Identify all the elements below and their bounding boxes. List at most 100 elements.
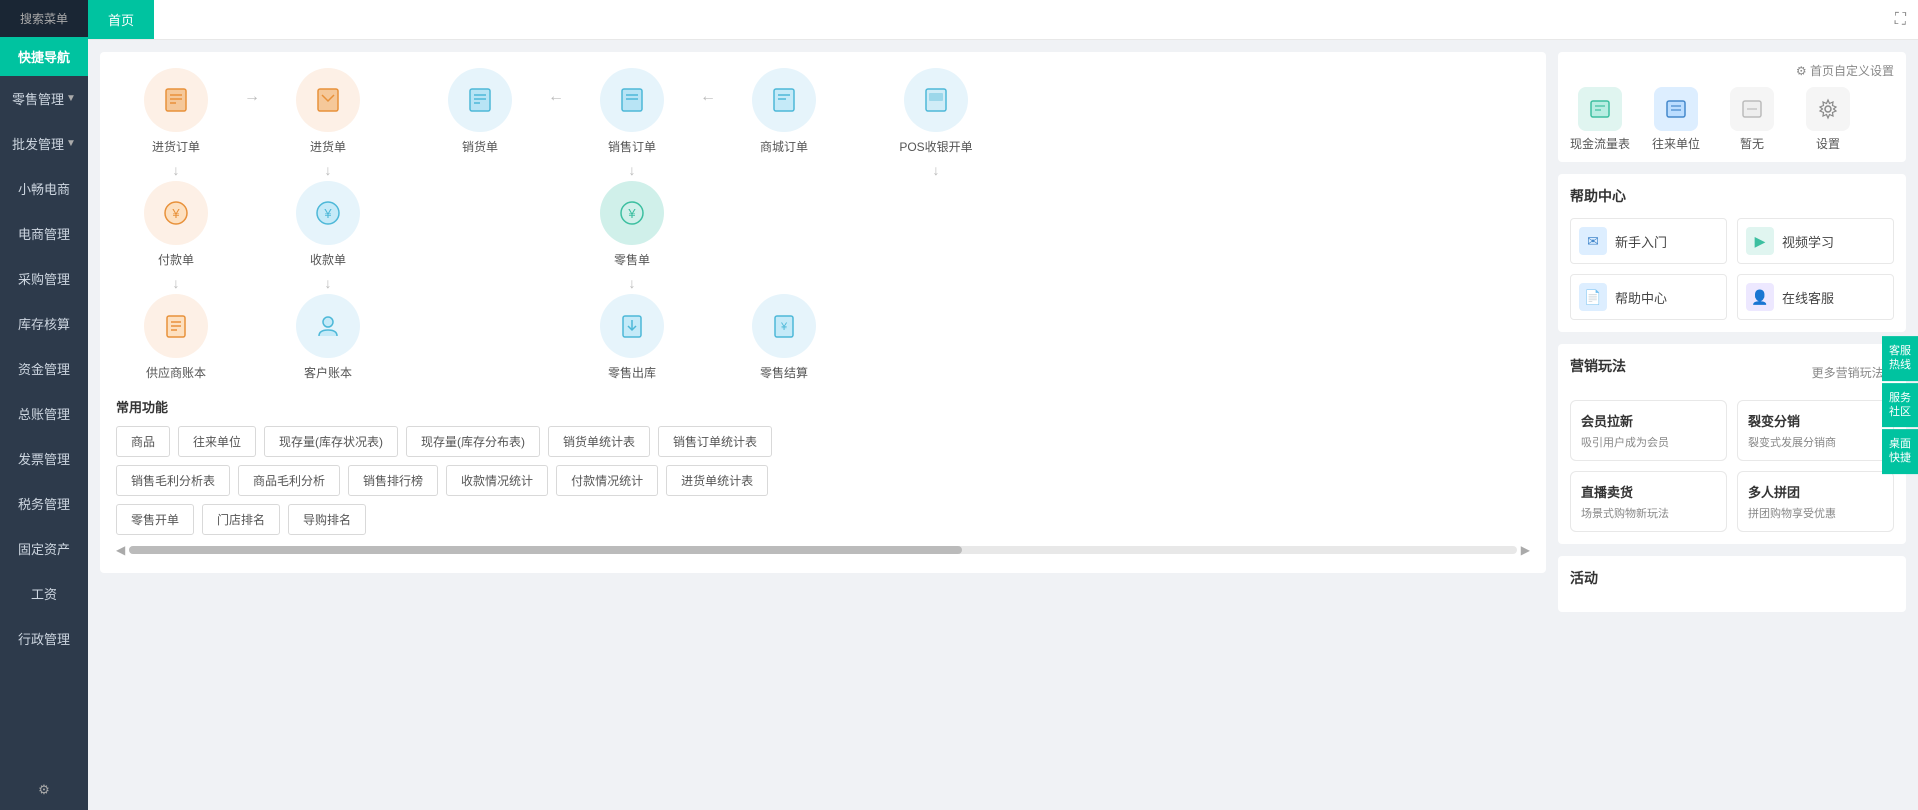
- receipt-icon: ¥: [296, 181, 360, 245]
- func-btn-stock-dist[interactable]: 现存量(库存分布表): [406, 426, 540, 457]
- func-btn-sales-stat[interactable]: 销货单统计表: [548, 426, 650, 457]
- flow-node-sales[interactable]: 销货单: [420, 68, 540, 155]
- sidebar-item-inventory[interactable]: 库存核算: [0, 301, 88, 346]
- func-grid-row1: 商品 往来单位 现存量(库存状况表) 现存量(库存分布表) 销货单统计表 销售订…: [116, 426, 1530, 457]
- help-item-video[interactable]: ▶ 视频学习: [1737, 218, 1894, 264]
- arrow-left-1: ←: [540, 68, 572, 106]
- homepage-settings-link[interactable]: 首页自定义设置: [1796, 62, 1894, 79]
- sidebar-item-purchase[interactable]: 采购管理: [0, 256, 88, 301]
- live-desc: 场景式购物新玩法: [1581, 505, 1716, 521]
- sales-order-label: 销售订单: [608, 138, 656, 155]
- sidebar-item-tax[interactable]: 税务管理: [0, 481, 88, 526]
- help-title: 帮助中心: [1570, 186, 1894, 206]
- func-btn-guide-rank[interactable]: 导购排名: [288, 504, 366, 535]
- group-desc: 拼团购物享受优惠: [1748, 505, 1883, 521]
- fullscreen-button[interactable]: ⛶: [1895, 11, 1906, 28]
- shortcut-empty[interactable]: 暂无: [1722, 87, 1782, 152]
- arrow-icon: ▼: [66, 138, 76, 149]
- flow-node-purchase-order[interactable]: 进货订单: [116, 68, 236, 155]
- svg-text:¥: ¥: [323, 206, 332, 221]
- marketing-grid: 会员拉新 吸引用户成为会员 裂变分销 裂变式发展分销商 直播卖货 场景式购物新玩…: [1570, 400, 1894, 532]
- common-funcs-title: 常用功能: [116, 397, 1530, 416]
- scroll-left-arrow[interactable]: ◀: [116, 543, 125, 557]
- float-btn-desktop[interactable]: 桌面快捷: [1882, 429, 1918, 474]
- sidebar-item-ecommerce-small[interactable]: 小畅电商: [0, 166, 88, 211]
- sidebar-item-salary[interactable]: 工资: [0, 571, 88, 616]
- fission-title: 裂变分销: [1748, 411, 1883, 430]
- purchase-label: 进货单: [310, 138, 346, 155]
- beginner-icon: ✉: [1579, 227, 1607, 255]
- func-btn-payment-stat[interactable]: 付款情况统计: [556, 465, 658, 496]
- flow-node-sales-order[interactable]: 销售订单: [572, 68, 692, 155]
- func-btn-product[interactable]: 商品: [116, 426, 170, 457]
- func-btn-store-rank[interactable]: 门店排名: [202, 504, 280, 535]
- sidebar-settings-btn[interactable]: ⚙: [0, 770, 88, 810]
- purchase-order-label: 进货订单: [152, 138, 200, 155]
- marketing-title: 营销玩法: [1570, 356, 1626, 376]
- sidebar-item-ledger[interactable]: 总账管理: [0, 391, 88, 436]
- sidebar-item-finance[interactable]: 资金管理: [0, 346, 88, 391]
- mall-order-icon: [752, 68, 816, 132]
- sidebar-item-assets[interactable]: 固定资产: [0, 526, 88, 571]
- arrow-down-customer: ↓: [325, 276, 332, 290]
- arrow-down-supplier: ↓: [173, 276, 180, 290]
- marketing-item-group[interactable]: 多人拼团 拼团购物享受优惠: [1737, 471, 1894, 532]
- flow-node-mall-order[interactable]: 商城订单: [724, 68, 844, 155]
- scroll-thumb: [129, 546, 962, 554]
- tab-home[interactable]: 首页: [88, 0, 154, 39]
- flow-node-purchase[interactable]: 进货单: [268, 68, 388, 155]
- func-btn-stock-status[interactable]: 现存量(库存状况表): [264, 426, 398, 457]
- video-label: 视频学习: [1782, 232, 1834, 251]
- help-icon: 📄: [1579, 283, 1607, 311]
- customer-book-label: 客户账本: [304, 364, 352, 381]
- sidebar-item-retail[interactable]: 零售管理▼: [0, 76, 88, 121]
- float-btn-service[interactable]: 客服热线: [1882, 336, 1918, 381]
- func-btn-sales-rank[interactable]: 销售排行榜: [348, 465, 438, 496]
- sidebar-search[interactable]: 搜索菜单: [0, 0, 88, 37]
- content-area: 进货订单 → 进货单: [88, 40, 1918, 810]
- retail-out-label: 零售出库: [608, 364, 656, 381]
- sales-order-icon: [600, 68, 664, 132]
- marketing-item-member[interactable]: 会员拉新 吸引用户成为会员: [1570, 400, 1727, 461]
- marketing-item-fission[interactable]: 裂变分销 裂变式发展分销商: [1737, 400, 1894, 461]
- shortcut-cashflow[interactable]: 现金流量表: [1570, 87, 1630, 152]
- activity-title: 活动: [1570, 568, 1894, 588]
- shortcut-settings[interactable]: 设置: [1798, 87, 1858, 152]
- marketing-item-live[interactable]: 直播卖货 场景式购物新玩法: [1570, 471, 1727, 532]
- arrow-down-purchase: ↓: [173, 163, 180, 177]
- help-item-service[interactable]: 👤 在线客服: [1737, 274, 1894, 320]
- scroll-right-arrow[interactable]: ▶: [1521, 543, 1530, 557]
- func-btn-retail-order[interactable]: 零售开单: [116, 504, 194, 535]
- flow-node-pos[interactable]: POS收银开单: [876, 68, 996, 155]
- sidebar-item-admin[interactable]: 行政管理: [0, 616, 88, 661]
- sidebar-item-ecommerce[interactable]: 电商管理: [0, 211, 88, 256]
- top-bar-right: ⛶: [1895, 11, 1918, 29]
- func-btn-product-gross[interactable]: 商品毛利分析: [238, 465, 340, 496]
- scroll-track[interactable]: [129, 546, 1517, 554]
- func-btn-receipt-stat[interactable]: 收款情况统计: [446, 465, 548, 496]
- activity-card: 活动: [1558, 556, 1906, 612]
- horizontal-scrollbar[interactable]: ◀ ▶: [116, 543, 1530, 557]
- float-btn-community[interactable]: 服务社区: [1882, 383, 1918, 428]
- help-item-help[interactable]: 📄 帮助中心: [1570, 274, 1727, 320]
- sidebar-item-invoice[interactable]: 发票管理: [0, 436, 88, 481]
- retail-order-label: 零售单: [614, 251, 650, 268]
- sidebar: 搜索菜单 快捷导航 零售管理▼ 批发管理▼ 小畅电商 电商管理 采购管理 库存核…: [0, 0, 88, 810]
- right-panel: 首页自定义设置 现金流量表: [1558, 40, 1918, 810]
- func-btn-purchase-stat[interactable]: 进货单统计表: [666, 465, 768, 496]
- partners-label: 往来单位: [1652, 135, 1700, 152]
- service-icon: 👤: [1746, 283, 1774, 311]
- shortcut-partners[interactable]: 往来单位: [1646, 87, 1706, 152]
- help-card: 帮助中心 ✉ 新手入门 ▶ 视频学习 📄 帮助中心 👤: [1558, 174, 1906, 332]
- func-btn-sales-gross[interactable]: 销售毛利分析表: [116, 465, 230, 496]
- help-item-beginner[interactable]: ✉ 新手入门: [1570, 218, 1727, 264]
- main-area: 首页 ⛶: [88, 0, 1918, 810]
- func-grid-row3: 零售开单 门店排名 导购排名: [116, 504, 1530, 535]
- sidebar-item-wholesale[interactable]: 批发管理▼: [0, 121, 88, 166]
- cashflow-label: 现金流量表: [1570, 135, 1630, 152]
- func-btn-sales-order-stat[interactable]: 销售订单统计表: [658, 426, 772, 457]
- func-btn-partners[interactable]: 往来单位: [178, 426, 256, 457]
- shortcut-items: 现金流量表 往来单位: [1570, 87, 1894, 152]
- member-desc: 吸引用户成为会员: [1581, 434, 1716, 450]
- help-grid: ✉ 新手入门 ▶ 视频学习 📄 帮助中心 👤 在线客服: [1570, 218, 1894, 320]
